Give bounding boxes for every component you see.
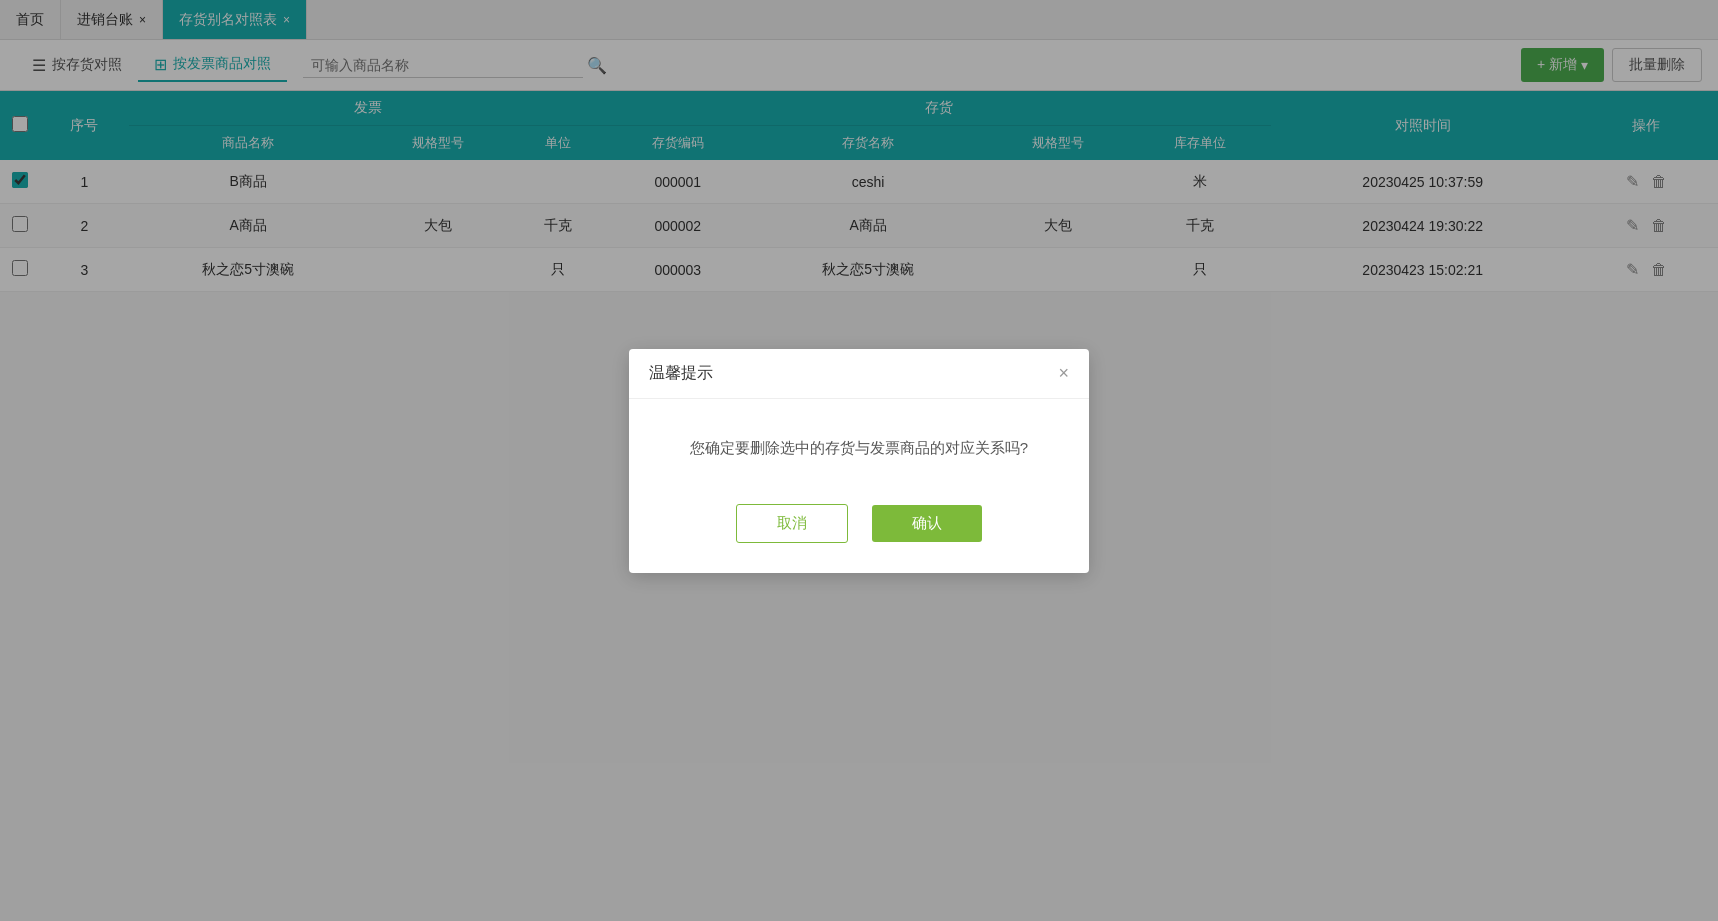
modal-overlay: 温馨提示 × 您确定要删除选中的存货与发票商品的对应关系吗? 取消 确认 [0, 0, 1718, 292]
